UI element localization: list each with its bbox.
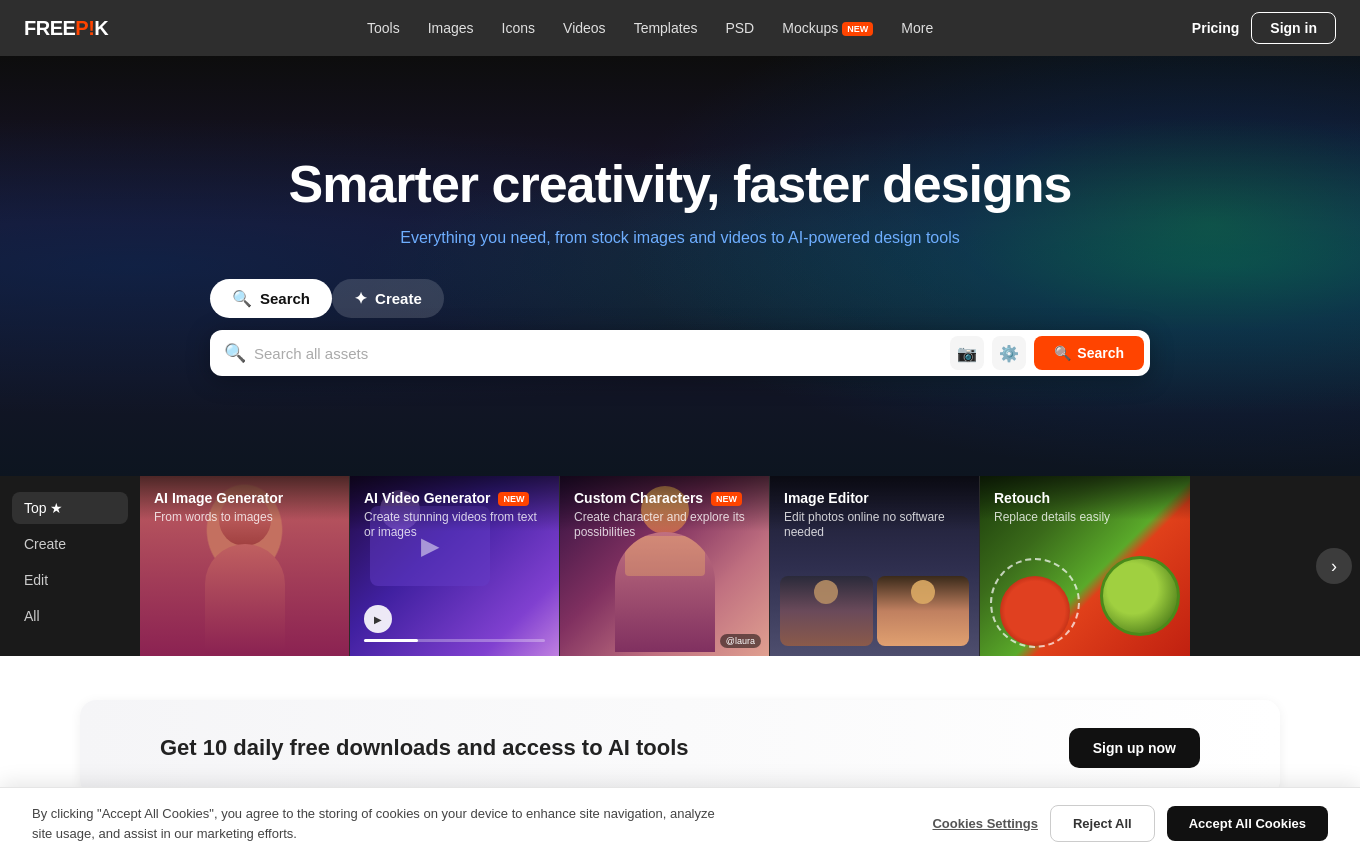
cookie-accept-button[interactable]: Accept All Cookies (1167, 806, 1328, 840)
tool-cards: AI Image Generator From words to images … (140, 476, 1360, 656)
dual-portrait (770, 566, 979, 656)
filter-button[interactable]: ⚙️ (992, 336, 1026, 370)
play-button[interactable]: ▶ (364, 605, 392, 633)
tool-card-video-generator[interactable]: ▶ AI Video Generator NEW Create stunning… (350, 476, 560, 656)
sidebar-item-create[interactable]: Create (12, 528, 128, 560)
promo-text: Get 10 daily free downloads and access t… (160, 735, 689, 761)
cookie-banner: By clicking "Accept All Cookies", you ag… (0, 787, 1360, 840)
card-overlay-1: AI Image Generator From words to images (140, 476, 349, 539)
card-overlay-4: Image Editor Edit photos online no softw… (770, 476, 979, 555)
nav-videos[interactable]: Videos (551, 12, 618, 44)
tools-next-button[interactable]: › (1316, 548, 1352, 584)
nav-more[interactable]: More (889, 12, 945, 44)
cookie-text: By clicking "Accept All Cookies", you ag… (32, 804, 732, 840)
nav-icons[interactable]: Icons (490, 12, 547, 44)
card-title-5: Retouch (994, 490, 1176, 507)
card-subtitle-2: Create stunning videos from text or imag… (364, 510, 545, 541)
hero-section: Smarter creativity, faster designs Every… (0, 56, 1360, 476)
mode-tabs: 🔍 Search ✦ Create (210, 279, 1150, 318)
promo-banner: Get 10 daily free downloads and access t… (80, 700, 1280, 796)
cookie-actions: Cookies Settings Reject All Accept All C… (932, 805, 1328, 840)
sidebar-item-top[interactable]: Top ★ (12, 492, 128, 524)
video-badge: NEW (498, 492, 529, 506)
nav-psd[interactable]: PSD (713, 12, 766, 44)
mockups-badge: NEW (842, 22, 873, 36)
hero-title: Smarter creativity, faster designs (210, 156, 1150, 213)
search-bar: 🔍 📷 ⚙️ 🔍 Search (210, 330, 1150, 376)
nav-images[interactable]: Images (416, 12, 486, 44)
sidebar-item-all[interactable]: All (12, 600, 128, 632)
card-subtitle-5: Replace details easily (994, 510, 1176, 526)
nav-tools[interactable]: Tools (355, 12, 412, 44)
card-title-4: Image Editor (784, 490, 965, 507)
nav-templates[interactable]: Templates (622, 12, 710, 44)
nav-links: Tools Images Icons Videos Templates PSD … (355, 12, 945, 44)
sidebar-item-edit[interactable]: Edit (12, 564, 128, 596)
cookie-reject-button[interactable]: Reject All (1050, 805, 1155, 840)
tools-sidebar: Top ★ Create Edit All (0, 476, 140, 656)
tab-create[interactable]: ✦ Create (332, 279, 444, 318)
tool-card-image-generator[interactable]: AI Image Generator From words to images (140, 476, 350, 656)
mini-portrait-1 (780, 576, 873, 646)
hero-content: Smarter creativity, faster designs Every… (190, 156, 1170, 376)
cookie-settings-button[interactable]: Cookies Settings (932, 816, 1037, 831)
card-subtitle-1: From words to images (154, 510, 335, 526)
search-icon-group: 📷 ⚙️ (950, 336, 1026, 370)
video-progress-fill (364, 639, 418, 642)
subtitle-highlight: stock (592, 229, 629, 246)
tool-card-retouch[interactable]: Retouch Replace details easily (980, 476, 1190, 656)
card-overlay-5: Retouch Replace details easily (980, 476, 1190, 539)
search-input[interactable] (254, 345, 950, 362)
search-tab-icon: 🔍 (232, 289, 252, 308)
card-subtitle-3: Create character and explore its possibi… (574, 510, 755, 541)
character-badge: NEW (711, 492, 742, 506)
card-title-1: AI Image Generator (154, 490, 335, 507)
navbar: FREEP!K Tools Images Icons Videos Templa… (0, 0, 1360, 56)
search-submit-icon: 🔍 (1054, 345, 1071, 361)
signin-button[interactable]: Sign in (1251, 12, 1336, 44)
search-submit-button[interactable]: 🔍 Search (1034, 336, 1144, 370)
promo-signup-button[interactable]: Sign up now (1069, 728, 1200, 768)
video-progress-bar (364, 639, 545, 642)
card-overlay-2: AI Video Generator NEW Create stunning v… (350, 476, 559, 555)
hero-subtitle: Everything you need, from stock images a… (210, 229, 1150, 247)
logo[interactable]: FREEP!K (24, 17, 108, 40)
camera-search-button[interactable]: 📷 (950, 336, 984, 370)
create-tab-icon: ✦ (354, 289, 367, 308)
tab-search[interactable]: 🔍 Search (210, 279, 332, 318)
mini-portrait-2 (877, 576, 970, 646)
tool-card-image-editor[interactable]: Image Editor Edit photos online no softw… (770, 476, 980, 656)
card-title-2: AI Video Generator NEW (364, 490, 545, 507)
pricing-link[interactable]: Pricing (1192, 20, 1239, 36)
nav-right: Pricing Sign in (1192, 12, 1336, 44)
tools-strip: Top ★ Create Edit All AI Image Generator… (0, 476, 1360, 656)
nav-mockups[interactable]: MockupsNEW (770, 12, 885, 44)
card-title-3: Custom Characters NEW (574, 490, 755, 507)
video-controls: ▶ (364, 605, 545, 642)
tool-card-custom-characters[interactable]: @laura Custom Characters NEW Create char… (560, 476, 770, 656)
search-bar-icon: 🔍 (224, 342, 246, 364)
card-subtitle-4: Edit photos online no software needed (784, 510, 965, 541)
card-overlay-3: Custom Characters NEW Create character a… (560, 476, 769, 555)
